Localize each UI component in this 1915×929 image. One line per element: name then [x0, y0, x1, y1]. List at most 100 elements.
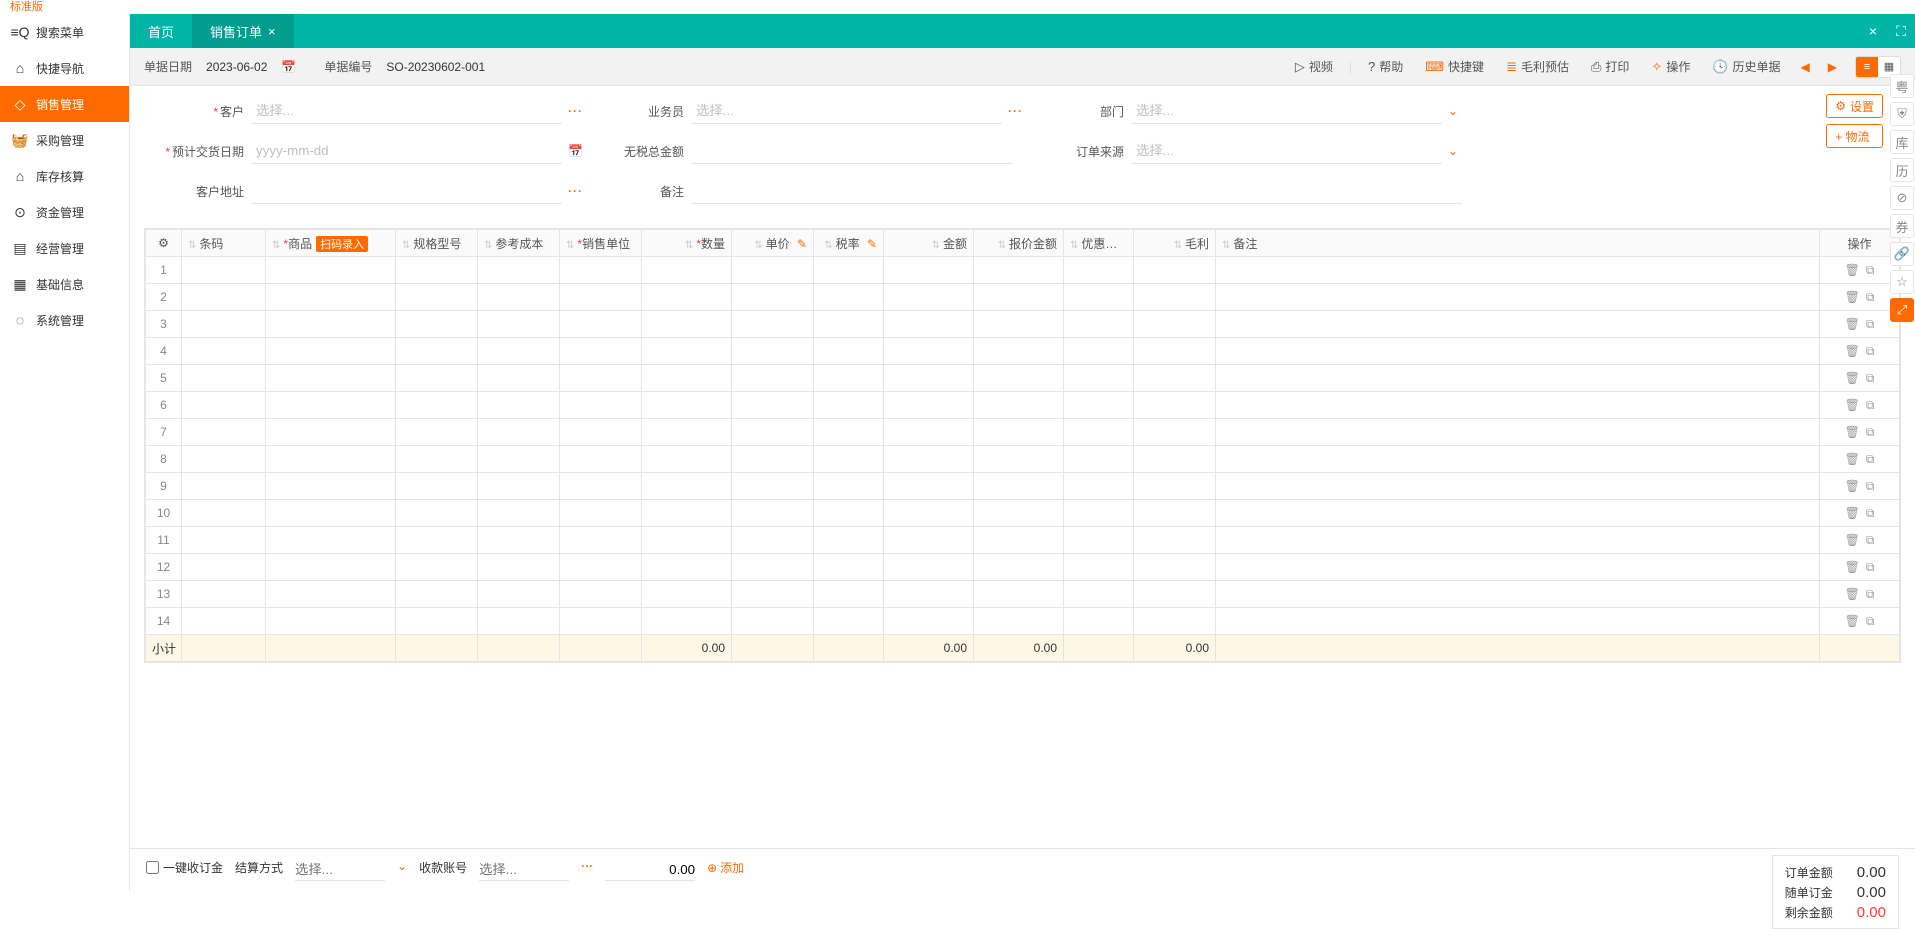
- tool-shortcut[interactable]: ⌨快捷键: [1419, 58, 1490, 75]
- cell[interactable]: [396, 473, 478, 500]
- row-delete-icon[interactable]: 🗑: [1845, 290, 1860, 304]
- cell[interactable]: [182, 500, 266, 527]
- settle-select[interactable]: [295, 859, 385, 881]
- cell[interactable]: [974, 284, 1064, 311]
- col-product[interactable]: ⇅*商品扫码录入: [266, 230, 396, 257]
- cell[interactable]: [182, 365, 266, 392]
- cell[interactable]: [732, 365, 814, 392]
- cell[interactable]: [642, 257, 732, 284]
- acct-more-icon[interactable]: ···: [581, 859, 593, 873]
- history-next-icon[interactable]: ▶: [1824, 60, 1841, 74]
- cell[interactable]: [814, 392, 884, 419]
- cell[interactable]: [1134, 500, 1216, 527]
- cell[interactable]: [732, 338, 814, 365]
- col-barcode[interactable]: ⇅条码: [182, 230, 266, 257]
- cell[interactable]: [1064, 527, 1134, 554]
- cell[interactable]: [478, 554, 560, 581]
- edit-icon[interactable]: ✎: [797, 237, 807, 251]
- cell[interactable]: [560, 527, 642, 554]
- sidebar-item-5[interactable]: ⊙资金管理: [0, 194, 129, 230]
- cell[interactable]: [1216, 554, 1820, 581]
- row-copy-icon[interactable]: ⧉: [1866, 371, 1875, 385]
- dock-item-0[interactable]: 粤: [1890, 74, 1914, 98]
- cell[interactable]: [974, 392, 1064, 419]
- row-delete-icon[interactable]: 🗑: [1845, 587, 1860, 601]
- cell[interactable]: [642, 284, 732, 311]
- row-delete-icon[interactable]: 🗑: [1845, 614, 1860, 628]
- cell[interactable]: [560, 365, 642, 392]
- cell[interactable]: [974, 311, 1064, 338]
- cell[interactable]: [1064, 419, 1134, 446]
- cell[interactable]: [266, 554, 396, 581]
- cell[interactable]: [974, 257, 1064, 284]
- cell[interactable]: [814, 365, 884, 392]
- cell[interactable]: [884, 527, 974, 554]
- row-copy-icon[interactable]: ⧉: [1866, 506, 1875, 520]
- cell[interactable]: [182, 419, 266, 446]
- cell[interactable]: [884, 284, 974, 311]
- row-copy-icon[interactable]: ⧉: [1866, 533, 1875, 547]
- cell[interactable]: [974, 338, 1064, 365]
- cell[interactable]: [732, 392, 814, 419]
- cell[interactable]: [974, 446, 1064, 473]
- col-refcost[interactable]: ⇅参考成本: [478, 230, 560, 257]
- cell[interactable]: [884, 446, 974, 473]
- col-tax[interactable]: ⇅税率 ✎: [814, 230, 884, 257]
- cell[interactable]: [1216, 581, 1820, 608]
- cell[interactable]: [974, 473, 1064, 500]
- cell[interactable]: [560, 473, 642, 500]
- table-row[interactable]: 5🗑⧉: [146, 365, 1900, 392]
- table-row[interactable]: 13🗑⧉: [146, 581, 1900, 608]
- cell[interactable]: [182, 446, 266, 473]
- cell[interactable]: [182, 284, 266, 311]
- row-copy-icon[interactable]: ⧉: [1866, 479, 1875, 493]
- sidebar-item-1[interactable]: ⌂快捷导航: [0, 50, 129, 86]
- pay-amount-input[interactable]: [605, 859, 695, 881]
- deliver-date-input[interactable]: [252, 138, 562, 164]
- cell[interactable]: [396, 311, 478, 338]
- col-unit[interactable]: ⇅*销售单位: [560, 230, 642, 257]
- calendar-icon[interactable]: 📅: [281, 60, 296, 74]
- cell[interactable]: [478, 581, 560, 608]
- col-quote[interactable]: ⇅报价金额: [974, 230, 1064, 257]
- table-row[interactable]: 10🗑⧉: [146, 500, 1900, 527]
- row-copy-icon[interactable]: ⧉: [1866, 560, 1875, 574]
- cell[interactable]: [1064, 392, 1134, 419]
- col-amount[interactable]: ⇅金额: [884, 230, 974, 257]
- row-copy-icon[interactable]: ⧉: [1866, 398, 1875, 412]
- cell[interactable]: [1134, 581, 1216, 608]
- cell[interactable]: [884, 473, 974, 500]
- cell[interactable]: [1216, 365, 1820, 392]
- cell[interactable]: [478, 473, 560, 500]
- cell[interactable]: [1216, 527, 1820, 554]
- cell[interactable]: [1216, 284, 1820, 311]
- cell[interactable]: [266, 311, 396, 338]
- cell[interactable]: [732, 554, 814, 581]
- cell[interactable]: [182, 311, 266, 338]
- cell[interactable]: [1134, 311, 1216, 338]
- cell[interactable]: [1064, 446, 1134, 473]
- cell[interactable]: [642, 446, 732, 473]
- cell[interactable]: [642, 527, 732, 554]
- logistics-button[interactable]: + 物流: [1826, 124, 1883, 148]
- cell[interactable]: [884, 500, 974, 527]
- add-payment-button[interactable]: ⊕添加: [707, 859, 744, 876]
- cell[interactable]: [1064, 365, 1134, 392]
- customer-more-icon[interactable]: ···: [568, 104, 583, 118]
- cell[interactable]: [396, 392, 478, 419]
- cell[interactable]: [1216, 500, 1820, 527]
- dept-input[interactable]: [1132, 98, 1442, 124]
- row-copy-icon[interactable]: ⧉: [1866, 425, 1875, 439]
- cell[interactable]: [266, 257, 396, 284]
- cell[interactable]: [1134, 554, 1216, 581]
- cell[interactable]: [732, 284, 814, 311]
- cell[interactable]: [266, 392, 396, 419]
- tab-0[interactable]: 首页: [130, 14, 192, 48]
- cell[interactable]: [396, 419, 478, 446]
- cell[interactable]: [1216, 419, 1820, 446]
- cell[interactable]: [814, 311, 884, 338]
- sidebar-item-6[interactable]: ▤经营管理: [0, 230, 129, 266]
- row-delete-icon[interactable]: 🗑: [1845, 479, 1860, 493]
- cell[interactable]: [560, 419, 642, 446]
- cell[interactable]: [1064, 311, 1134, 338]
